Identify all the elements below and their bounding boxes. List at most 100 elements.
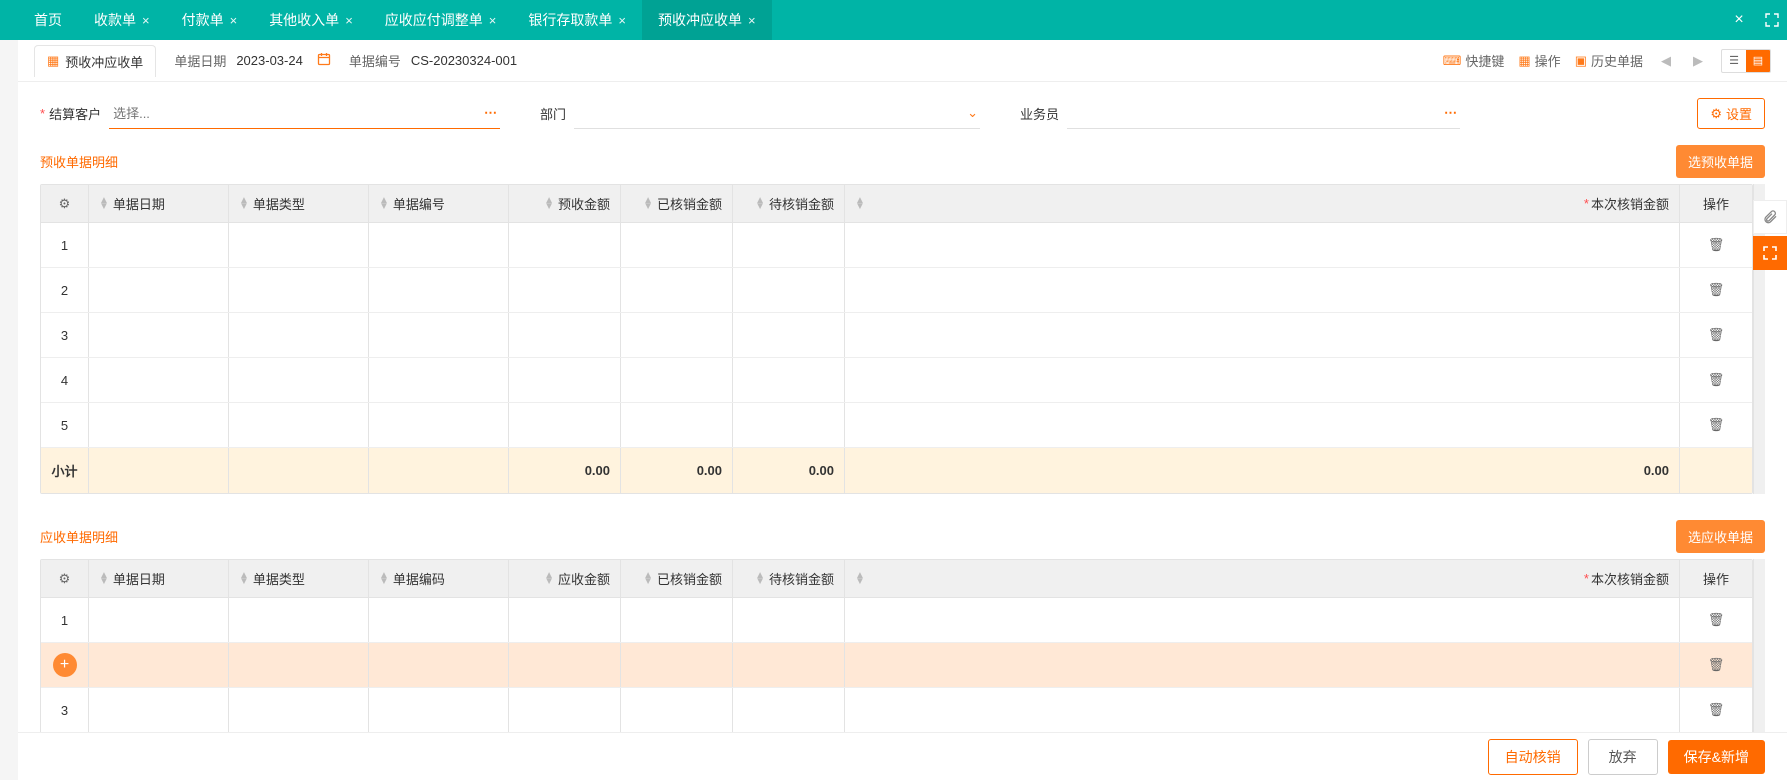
close-icon[interactable]: × (748, 13, 756, 28)
topbar-close-button[interactable]: × (1721, 0, 1757, 40)
row-index: 3 (41, 688, 89, 732)
tab-home[interactable]: 首页 (18, 0, 78, 40)
tab-label: 首页 (34, 10, 62, 30)
col-wo-amt[interactable]: ▲▼已核销金额 (621, 185, 733, 222)
sort-icon: ▲▼ (239, 198, 249, 210)
tab-payment[interactable]: 付款单 × (166, 0, 254, 40)
sales-input-wrap: ⋯ (1067, 99, 1460, 129)
discard-button[interactable]: 放弃 (1588, 739, 1658, 775)
col-code-label: 单据编号 (393, 194, 445, 213)
col-type-label: 单据类型 (253, 194, 305, 213)
table-row[interactable]: 5🗑 (41, 403, 1752, 448)
grid-icon: ▦ (1518, 53, 1530, 69)
close-icon[interactable]: × (142, 13, 150, 28)
sort-icon: ▲▼ (643, 573, 653, 585)
col-type[interactable]: ▲▼ 单据类型 (229, 185, 369, 222)
col-code[interactable]: ▲▼单据编码 (369, 560, 509, 597)
gear-icon[interactable]: ⚙ (59, 196, 71, 212)
doc-code-label: 单据编号 (349, 51, 401, 70)
section2-header: 应收单据明细 选应收单据 (18, 512, 1787, 559)
save-new-button[interactable]: 保存&新增 (1668, 740, 1765, 774)
chevron-down-icon[interactable]: ⌄ (967, 105, 978, 121)
doc-date-value: 2023-03-24 (236, 53, 303, 68)
customer-input[interactable] (109, 102, 500, 125)
tab-ar-ap-adjust[interactable]: 应收应付调整单× (369, 0, 513, 40)
table-row[interactable]: +🗑 (41, 643, 1752, 688)
col-code[interactable]: ▲▼单据编号 (369, 185, 509, 222)
trash-icon[interactable]: 🗑 (1708, 612, 1725, 628)
table-row[interactable]: 1🗑 (41, 223, 1752, 268)
tab-bank-transfer[interactable]: 银行存取款单× (512, 0, 642, 40)
trash-icon[interactable]: 🗑 (1708, 327, 1725, 343)
view-form-button[interactable]: ▤ (1746, 50, 1770, 72)
calendar-icon[interactable] (317, 52, 331, 69)
table-row[interactable]: 3🗑 (41, 688, 1752, 733)
tab-other-income[interactable]: 其他收入单 × (253, 0, 369, 40)
pick-ar-button[interactable]: 选应收单据 (1676, 520, 1765, 553)
table-row[interactable]: 3🗑 (41, 313, 1752, 358)
add-row-button[interactable]: + (53, 653, 77, 677)
gear-icon[interactable]: ⚙ (59, 571, 71, 587)
ops-link[interactable]: ▦操作 (1518, 51, 1560, 70)
pick-prepay-button[interactable]: 选预收单据 (1676, 145, 1765, 178)
customer-input-wrap: ⋯ (109, 99, 500, 129)
col-this-amt[interactable]: ▲▼*本次核销金额 (845, 185, 1680, 222)
sort-icon: ▲▼ (239, 573, 249, 585)
subtotal-pending: 0.00 (733, 448, 845, 493)
table-row[interactable]: 2🗑 (41, 268, 1752, 313)
col-type[interactable]: ▲▼单据类型 (229, 560, 369, 597)
trash-icon[interactable]: 🗑 (1708, 237, 1725, 253)
tab-label: 其他收入单 (269, 10, 339, 30)
col-date[interactable]: ▲▼ 单据日期 (89, 560, 229, 597)
shortcut-link[interactable]: ⌨快捷键 (1443, 51, 1505, 70)
col-prepay-amt[interactable]: ▲▼预收金额 (509, 185, 621, 222)
tab-prepay-offset[interactable]: 预收冲应收单× (642, 0, 772, 40)
close-icon[interactable]: × (345, 13, 353, 28)
prev-arrow-icon[interactable]: ◀ (1657, 53, 1675, 69)
sort-icon: ▲▼ (99, 573, 109, 585)
col-pending-amt[interactable]: ▲▼待核销金额 (733, 560, 845, 597)
doc-date-label: 单据日期 (174, 51, 226, 70)
col-ar-amt[interactable]: ▲▼应收金额 (509, 560, 621, 597)
shortcut-label: 快捷键 (1465, 51, 1504, 70)
sales-input[interactable] (1067, 102, 1460, 125)
view-list-button[interactable]: ☰ (1722, 50, 1746, 72)
lookup-icon[interactable]: ⋯ (484, 105, 498, 121)
table-row[interactable]: 4🗑 (41, 358, 1752, 403)
close-icon[interactable]: × (230, 13, 238, 28)
app-root: 首页 收款单× 付款单 × 其他收入单 × 应收应付调整单× 银行存取款单× 预收冲… (0, 0, 1787, 780)
section1-title: 预收单据明细 (40, 152, 118, 171)
fullscreen-icon[interactable] (1757, 0, 1787, 40)
tab-label: 付款单 (182, 10, 224, 30)
table-row[interactable]: 1🗑 (41, 598, 1752, 643)
close-icon[interactable]: × (618, 13, 626, 28)
col-date[interactable]: ▲▼单据日期 (89, 185, 229, 222)
auto-writeoff-button[interactable]: 自动核销 (1488, 739, 1578, 775)
col-pending-amt[interactable]: ▲▼待核销金额 (733, 185, 845, 222)
dept-input[interactable] (574, 102, 980, 125)
document-header-right: ⌨快捷键 ▦操作 ▣历史单据 ◀ ▶ ☰ ▤ (1443, 49, 1771, 73)
trash-icon[interactable]: 🗑 (1708, 372, 1725, 388)
row-index: 2 (41, 268, 89, 312)
col-date-label: 单据日期 (113, 569, 165, 588)
sales-label: 业务员 (1020, 104, 1059, 123)
col-settings: ⚙ (41, 560, 89, 597)
col-this-amt-label: 本次核销金额 (1591, 569, 1669, 588)
trash-icon[interactable]: 🗑 (1708, 657, 1725, 673)
gear-icon: ⚙ (1710, 106, 1722, 122)
settings-button[interactable]: ⚙ 设置 (1697, 98, 1765, 129)
col-wo-amt[interactable]: ▲▼已核销金额 (621, 560, 733, 597)
lookup-icon[interactable]: ⋯ (1444, 105, 1458, 121)
tab-receipt[interactable]: 收款单× (78, 0, 166, 40)
trash-icon[interactable]: 🗑 (1708, 282, 1725, 298)
scrollbar[interactable] (1753, 559, 1765, 734)
trash-icon[interactable]: 🗑 (1708, 417, 1725, 433)
history-link[interactable]: ▣历史单据 (1575, 51, 1643, 70)
col-this-amt[interactable]: ▲▼*本次核销金额 (845, 560, 1680, 597)
expand-button[interactable] (1753, 236, 1787, 270)
next-arrow-icon[interactable]: ▶ (1689, 53, 1707, 69)
trash-icon[interactable]: 🗑 (1708, 702, 1725, 718)
attachment-button[interactable] (1753, 200, 1787, 234)
close-icon[interactable]: × (489, 13, 497, 28)
settings-wrap: ⚙ 设置 (1697, 98, 1765, 129)
